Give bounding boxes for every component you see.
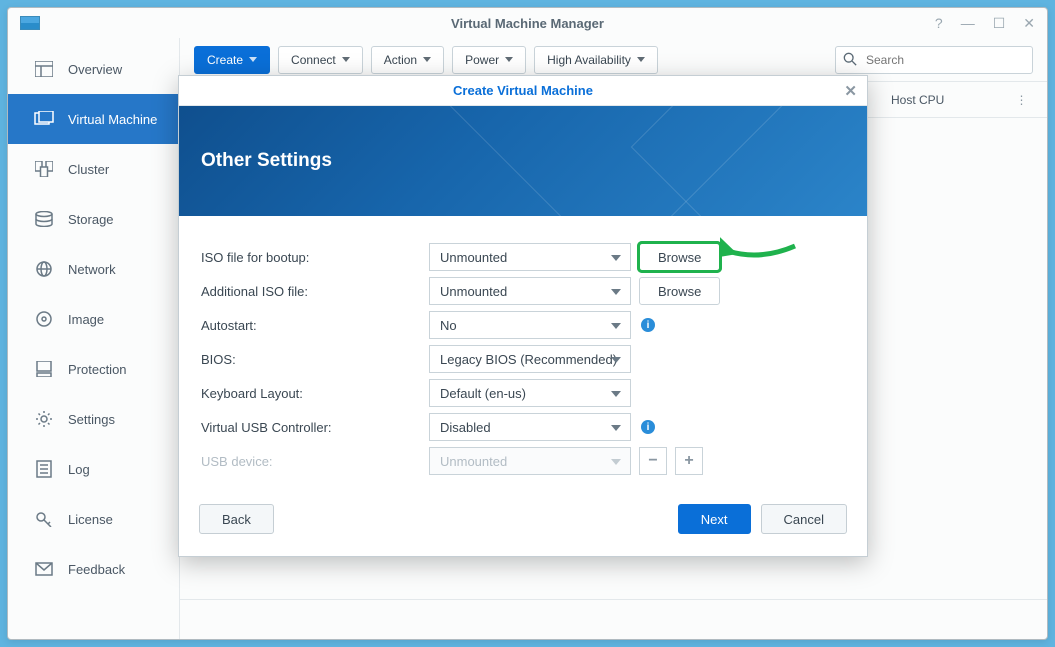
label-keyboard: Keyboard Layout: — [201, 386, 429, 401]
sidebar-item-log[interactable]: Log — [8, 444, 179, 494]
sidebar-label: Network — [68, 262, 116, 277]
select-usb-controller[interactable]: Disabled — [429, 413, 631, 441]
modal-banner: Other Settings — [179, 106, 867, 216]
sidebar-item-image[interactable]: Image — [8, 294, 179, 344]
high-availability-button[interactable]: High Availability — [534, 46, 658, 74]
label-bios: BIOS: — [201, 352, 429, 367]
help-icon[interactable]: ? — [935, 15, 943, 32]
app-icon — [20, 16, 40, 30]
license-icon — [34, 510, 54, 528]
overview-icon — [34, 60, 54, 78]
protection-icon — [34, 360, 54, 378]
info-icon[interactable]: i — [641, 420, 655, 434]
sidebar-label: Settings — [68, 412, 115, 427]
minimize-icon[interactable]: — — [961, 15, 975, 32]
cancel-button[interactable]: Cancel — [761, 504, 847, 534]
modal-title-bar: Create Virtual Machine ✕ — [179, 76, 867, 106]
modal-form: ISO file for bootup: Unmounted Browse Ad… — [179, 216, 867, 488]
add-usb-button: + — [675, 447, 703, 475]
vm-icon — [34, 110, 54, 128]
sidebar-label: License — [68, 512, 113, 527]
settings-icon — [34, 410, 54, 428]
search-icon — [843, 52, 857, 66]
close-window-icon[interactable]: ✕ — [1023, 15, 1035, 32]
sidebar-item-network[interactable]: Network — [8, 244, 179, 294]
sidebar-label: Storage — [68, 212, 114, 227]
feedback-icon — [34, 560, 54, 578]
log-icon — [34, 460, 54, 478]
browse-additional-iso-button[interactable]: Browse — [639, 277, 720, 305]
search-wrap — [835, 46, 1033, 74]
sidebar-item-feedback[interactable]: Feedback — [8, 544, 179, 594]
info-icon[interactable]: i — [641, 318, 655, 332]
select-keyboard[interactable]: Default (en-us) — [429, 379, 631, 407]
sidebar-label: Log — [68, 462, 90, 477]
remove-usb-button: − — [639, 447, 667, 475]
action-button[interactable]: Action — [371, 46, 444, 74]
modal-footer: Back Next Cancel — [179, 488, 867, 556]
status-bar — [180, 599, 1047, 639]
create-vm-modal: Create Virtual Machine ✕ Other Settings … — [178, 75, 868, 557]
banner-heading: Other Settings — [201, 150, 332, 172]
label-iso-bootup: ISO file for bootup: — [201, 250, 429, 265]
sidebar-label: Virtual Machine — [68, 112, 157, 127]
storage-icon — [34, 210, 54, 228]
sidebar-item-storage[interactable]: Storage — [8, 194, 179, 244]
window-title: Virtual Machine Manager — [8, 16, 1047, 31]
label-usb-device: USB device: — [201, 454, 429, 469]
back-button[interactable]: Back — [199, 504, 274, 534]
maximize-icon[interactable]: ☐ — [993, 15, 1006, 32]
network-icon — [34, 260, 54, 278]
sidebar-label: Cluster — [68, 162, 109, 177]
select-bios[interactable]: Legacy BIOS (Recommended) — [429, 345, 631, 373]
sidebar-item-protection[interactable]: Protection — [8, 344, 179, 394]
label-autostart: Autostart: — [201, 318, 429, 333]
sidebar-item-cluster[interactable]: Cluster — [8, 144, 179, 194]
next-button[interactable]: Next — [678, 504, 751, 534]
column-host-cpu[interactable]: Host CPU — [891, 93, 1011, 107]
create-button[interactable]: Create — [194, 46, 270, 74]
sidebar-label: Overview — [68, 62, 122, 77]
label-usb-controller: Virtual USB Controller: — [201, 420, 429, 435]
sidebar-label: Protection — [68, 362, 127, 377]
sidebar-item-settings[interactable]: Settings — [8, 394, 179, 444]
close-icon[interactable]: ✕ — [844, 82, 857, 100]
select-usb-device: Unmounted — [429, 447, 631, 475]
sidebar-label: Image — [68, 312, 104, 327]
power-button[interactable]: Power — [452, 46, 526, 74]
select-autostart[interactable]: No — [429, 311, 631, 339]
image-icon — [34, 310, 54, 328]
select-iso-bootup[interactable]: Unmounted — [429, 243, 631, 271]
select-additional-iso[interactable]: Unmounted — [429, 277, 631, 305]
browse-iso-button[interactable]: Browse — [639, 243, 720, 271]
sidebar-item-overview[interactable]: Overview — [8, 44, 179, 94]
window-controls: ? — ☐ ✕ — [935, 15, 1035, 32]
sidebar: Overview Virtual Machine Cluster Storage… — [8, 38, 180, 639]
search-input[interactable] — [835, 46, 1033, 74]
titlebar: Virtual Machine Manager ? — ☐ ✕ — [8, 8, 1047, 38]
modal-title: Create Virtual Machine — [453, 83, 593, 98]
connect-button[interactable]: Connect — [278, 46, 363, 74]
label-additional-iso: Additional ISO file: — [201, 284, 429, 299]
sidebar-item-license[interactable]: License — [8, 494, 179, 544]
sidebar-label: Feedback — [68, 562, 125, 577]
cluster-icon — [34, 160, 54, 178]
sidebar-item-virtual-machine[interactable]: Virtual Machine — [8, 94, 179, 144]
column-menu-icon[interactable]: ⋮ — [1011, 93, 1033, 107]
